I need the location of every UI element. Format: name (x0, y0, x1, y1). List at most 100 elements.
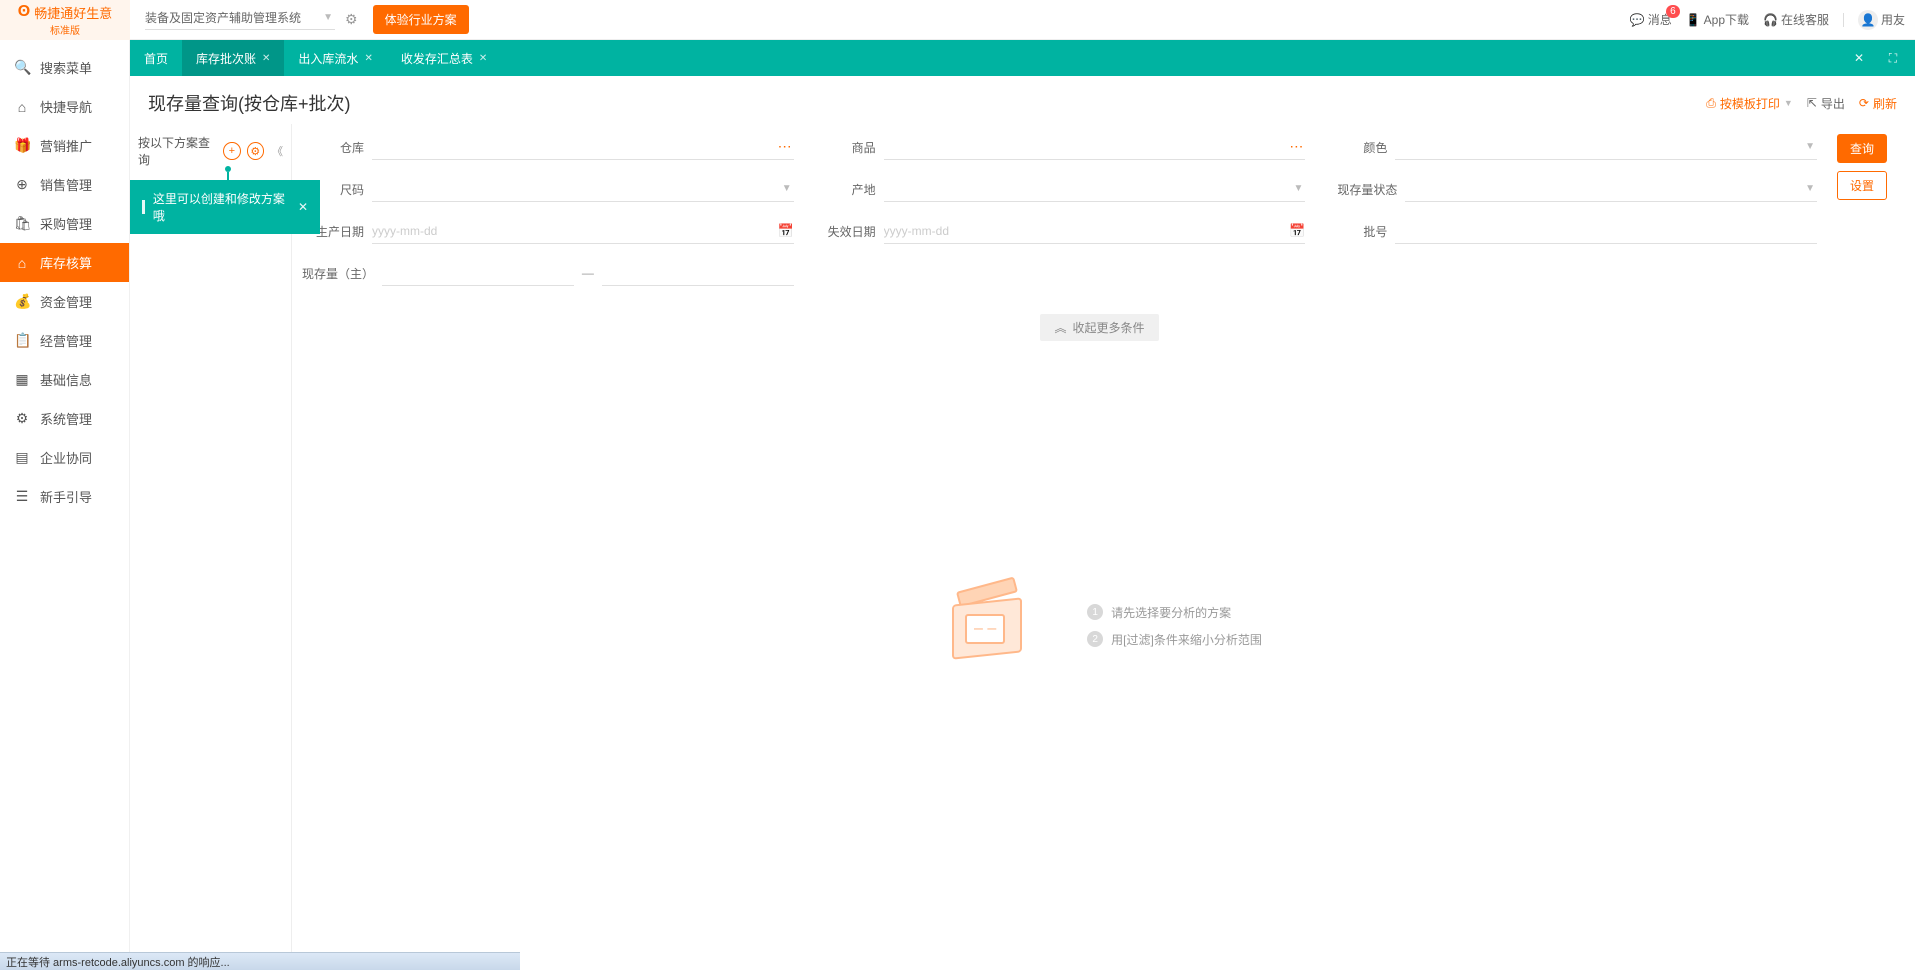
logo[interactable]: ʘ 畅捷通好生意 标准版 (0, 0, 130, 40)
sidebar-icon: 📋 (14, 332, 30, 349)
scheme-settings-button[interactable]: ⚙ (247, 142, 264, 160)
tooltip-close-button[interactable]: ✕ (298, 200, 308, 214)
qty-min-input[interactable] (382, 260, 574, 286)
label-qty-main: 现存量（主） (302, 265, 382, 282)
sidebar-icon: ⌂ (14, 99, 30, 115)
sidebar-item[interactable]: 📋经营管理 (0, 321, 129, 360)
print-template-button[interactable]: ⎙ 按模板打印 ▼ (1706, 95, 1793, 112)
collapse-label: 收起更多条件 (1073, 319, 1145, 336)
stock-status-input[interactable]: ▼ (1405, 176, 1817, 202)
gear-icon[interactable]: ⚙ (345, 11, 358, 28)
scheme-tooltip: 这里可以创建和修改方案哦 ✕ (130, 180, 320, 234)
color-input[interactable]: ▼ (1395, 134, 1817, 160)
search-button[interactable]: 查询 (1837, 134, 1887, 163)
tooltip-text: 这里可以创建和修改方案哦 (153, 190, 290, 224)
origin-field[interactable] (884, 182, 1292, 196)
batch-no-input[interactable] (1395, 218, 1817, 244)
tab-close-button[interactable]: ✕ (262, 53, 270, 64)
export-label: 导出 (1821, 95, 1845, 112)
system-selector[interactable]: 装备及固定资产辅助管理系统 ▼ (145, 9, 335, 30)
tab-close-button[interactable]: ✕ (479, 53, 487, 64)
batch-no-field[interactable] (1395, 224, 1817, 238)
step-number: 1 (1087, 604, 1103, 620)
expire-date-input[interactable]: 📅 (884, 218, 1306, 244)
tabs-close-all-button[interactable]: ✕ (1847, 46, 1871, 70)
calendar-icon[interactable]: 📅 (1289, 223, 1305, 239)
more-icon[interactable]: ⋯ (1287, 138, 1305, 155)
user-menu[interactable]: 👤 用友 (1858, 10, 1905, 30)
size-field[interactable] (372, 182, 780, 196)
top-right: 💬 消息 6 📱 App下载 🎧 在线客服 👤 用友 (1630, 10, 1905, 30)
color-field[interactable] (1395, 140, 1803, 154)
print-icon: ⎙ (1706, 96, 1716, 111)
divider (1843, 13, 1844, 27)
empty-step-2: 2 用[过滤]条件来缩小分析范围 (1087, 631, 1262, 648)
label-color: 颜色 (1325, 139, 1395, 156)
browser-status-bar: 正在等待 arms-retcode.aliyuncs.com 的响应... (0, 952, 520, 970)
stock-status-field[interactable] (1405, 182, 1803, 196)
try-industry-button[interactable]: 体验行业方案 (373, 5, 469, 34)
prod-date-input[interactable]: 📅 (372, 218, 794, 244)
scheme-heading: 按以下方案查询 (138, 134, 219, 168)
label-batch-no: 批号 (1325, 223, 1395, 240)
phone-icon: 📱 (1686, 13, 1701, 27)
label-stock-status: 现存量状态 (1325, 181, 1405, 198)
refresh-button[interactable]: ⟳ 刷新 (1859, 95, 1897, 112)
sidebar-item[interactable]: ☰新手引导 (0, 477, 129, 516)
chevron-down-icon[interactable]: ▼ (1803, 183, 1817, 194)
chevron-down-icon[interactable]: ▼ (1803, 141, 1817, 152)
collapse-panel-button[interactable]: 《 (272, 143, 283, 159)
chevron-down-icon[interactable]: ▼ (1291, 183, 1305, 194)
collapse-conditions-button[interactable]: ︽ 收起更多条件 (1040, 314, 1158, 341)
sidebar-item-label: 采购管理 (40, 214, 92, 233)
add-scheme-button[interactable]: + (223, 142, 240, 160)
tab[interactable]: 收发存汇总表 ✕ (387, 40, 501, 76)
sidebar-item[interactable]: ▦基础信息 (0, 360, 129, 399)
origin-input[interactable]: ▼ (884, 176, 1306, 202)
tab-close-button[interactable]: ✕ (364, 53, 372, 64)
settings-button[interactable]: 设置 (1837, 171, 1887, 200)
sidebar-item[interactable]: 💰资金管理 (0, 282, 129, 321)
expire-date-field[interactable] (884, 224, 1289, 238)
qty-max-field[interactable] (602, 266, 794, 280)
tab-label: 收发存汇总表 (401, 50, 473, 67)
sidebar-item[interactable]: ⌂库存核算 (0, 243, 129, 282)
sidebar-item[interactable]: ⊕销售管理 (0, 165, 129, 204)
sidebar-item-label: 企业协同 (40, 448, 92, 467)
messages-button[interactable]: 💬 消息 6 (1630, 11, 1672, 28)
support-button[interactable]: 🎧 在线客服 (1763, 11, 1829, 28)
tab[interactable]: 库存批次账✕ (182, 40, 284, 76)
prod-date-field[interactable] (372, 224, 777, 238)
warehouse-field[interactable] (372, 140, 776, 154)
sidebar-item[interactable]: ⌂快捷导航 (0, 87, 129, 126)
page-title: 现存量查询(按仓库+批次) (148, 90, 351, 116)
logo-icon: ʘ (18, 3, 30, 21)
app-download-button[interactable]: 📱 App下载 (1686, 11, 1749, 28)
export-button[interactable]: ⇱ 导出 (1807, 95, 1845, 112)
sidebar-item[interactable]: 🎁营销推广 (0, 126, 129, 165)
more-icon[interactable]: ⋯ (776, 138, 794, 155)
page-toolbar: 现存量查询(按仓库+批次) ⎙ 按模板打印 ▼ ⇱ 导出 ⟳ 刷新 (130, 76, 1915, 124)
filter-form: 仓库 ⋯ 尺码 ▼ (292, 124, 1915, 970)
sidebar-item[interactable]: 🔍搜索菜单 (0, 48, 129, 87)
empty-illustration: – – (937, 576, 1057, 676)
sidebar-item[interactable]: ⚙系统管理 (0, 399, 129, 438)
qty-min-field[interactable] (382, 266, 574, 280)
size-input[interactable]: ▼ (372, 176, 794, 202)
tab[interactable]: 出入库流水✕ (284, 40, 386, 76)
calendar-icon[interactable]: 📅 (777, 223, 793, 239)
chevron-down-icon[interactable]: ▼ (780, 183, 794, 194)
sidebar-item[interactable]: ▤企业协同 (0, 438, 129, 477)
label-origin: 产地 (814, 181, 884, 198)
label-warehouse: 仓库 (302, 139, 372, 156)
app-download-label: App下载 (1704, 11, 1749, 28)
tab-home[interactable]: 首页 (130, 40, 182, 76)
product-field[interactable] (884, 140, 1288, 154)
support-label: 在线客服 (1781, 11, 1829, 28)
sidebar-item[interactable]: 🛍采购管理 (0, 204, 129, 243)
main: 首页 库存批次账✕出入库流水✕ 收发存汇总表 ✕ ✕ ⛶ 现存量查询(按仓库+批次)… (130, 40, 1915, 970)
warehouse-input[interactable]: ⋯ (372, 134, 794, 160)
fullscreen-button[interactable]: ⛶ (1881, 46, 1905, 70)
product-input[interactable]: ⋯ (884, 134, 1306, 160)
qty-max-input[interactable] (602, 260, 794, 286)
